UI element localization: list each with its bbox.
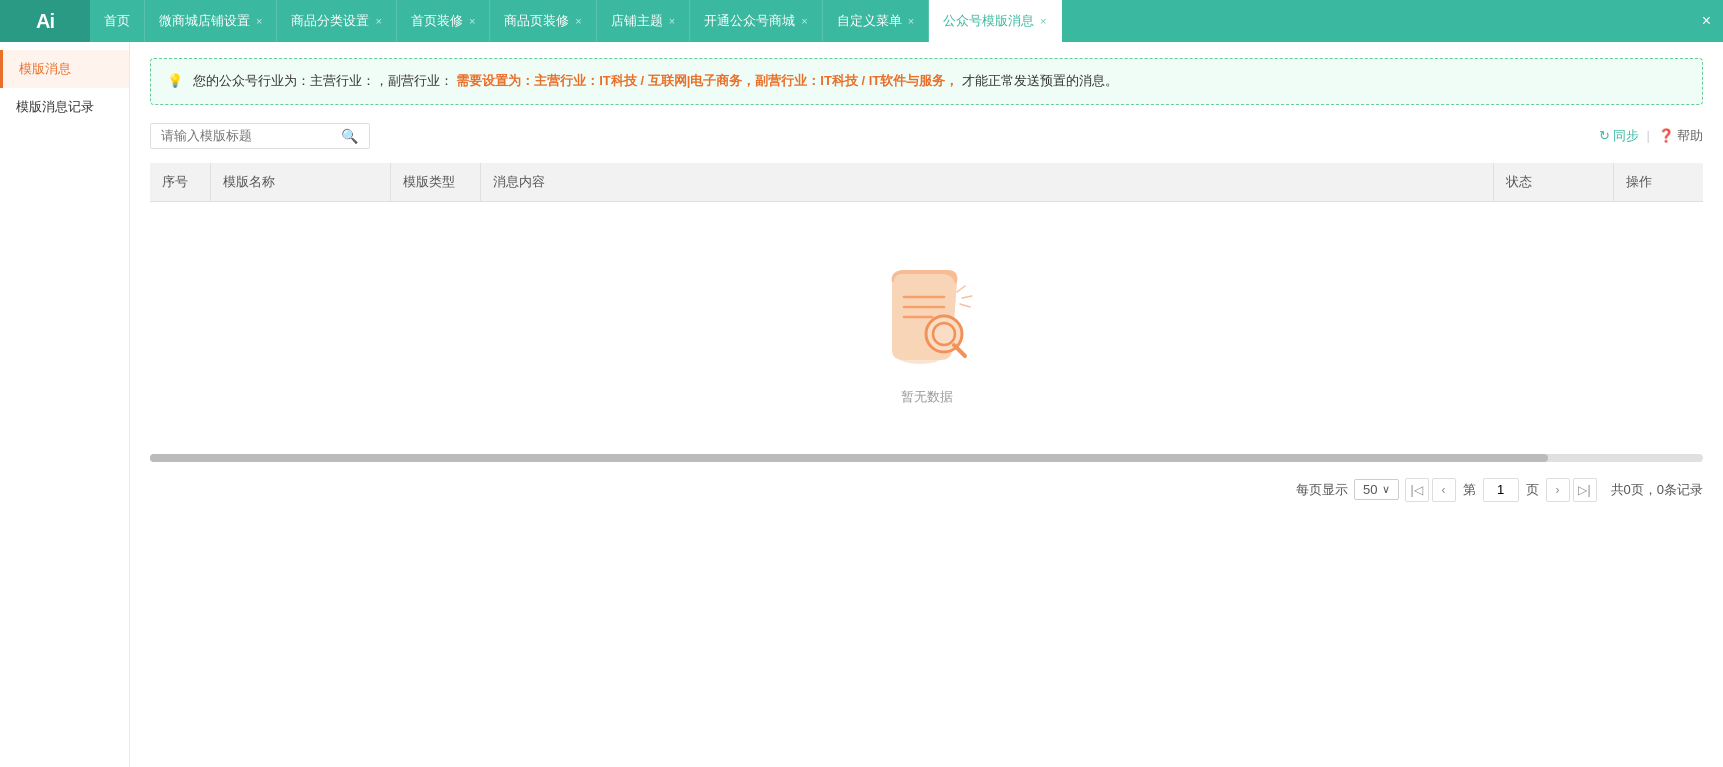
search-bar: 🔍 ↻ 同步 | ❓ 帮助	[150, 123, 1703, 149]
page-next-button[interactable]: ›	[1546, 478, 1570, 502]
close-template-msg-icon[interactable]: ×	[1040, 15, 1046, 27]
help-label: 帮助	[1677, 127, 1703, 145]
logo: Ai	[0, 0, 90, 42]
close-custom-menu-icon[interactable]: ×	[908, 15, 914, 27]
close-home-decor-icon[interactable]: ×	[469, 15, 475, 27]
close-all-tabs-button[interactable]: ×	[1702, 12, 1711, 30]
page-size-label: 每页显示	[1296, 481, 1348, 499]
table-header-row: 序号 模版名称 模版类型 消息内容 状态 操作	[150, 163, 1703, 202]
page-size-selector[interactable]: 50 ∨	[1354, 479, 1398, 500]
notice-text-highlight: 需要设置为：主营行业：IT科技 / 互联网|电子商务，副营行业：IT科技 / I…	[456, 73, 958, 88]
page-label-prefix: 第	[1463, 481, 1476, 499]
col-header-content: 消息内容	[480, 163, 1493, 202]
close-mall-enable-icon[interactable]: ×	[801, 15, 807, 27]
sidebar-item-template-msg-label: 模版消息	[19, 61, 71, 76]
nav-tab-product-decor-label: 商品页装修	[504, 12, 569, 30]
top-navigation: Ai 首页 微商城店铺设置 × 商品分类设置 × 首页装修 × 商品页装修 × …	[0, 0, 1723, 42]
svg-line-8	[962, 296, 972, 298]
empty-state-icon	[872, 262, 982, 372]
toolbar-right: ↻ 同步 | ❓ 帮助	[1599, 127, 1703, 145]
nav-tab-custom-menu-label: 自定义菜单	[837, 12, 902, 30]
close-product-decor-icon[interactable]: ×	[575, 15, 581, 27]
nav-tab-custom-menu[interactable]: 自定义菜单 ×	[823, 0, 929, 42]
nav-tab-store-theme[interactable]: 店铺主题 ×	[597, 0, 690, 42]
page-size-dropdown-icon: ∨	[1382, 483, 1390, 496]
pagination: 每页显示 50 ∨ |◁ ‹ 第 页 › ▷| 共0页，0条记录	[150, 474, 1703, 502]
notice-text-before: 您的公众号行业为：主营行业：，副营行业：	[193, 73, 453, 88]
nav-tab-mall-enable[interactable]: 开通公众号商城 ×	[690, 0, 822, 42]
search-input[interactable]	[161, 128, 341, 143]
help-icon: ❓	[1658, 128, 1674, 143]
empty-row: 暂无数据	[150, 201, 1703, 446]
nav-tab-home-label: 首页	[104, 12, 130, 30]
help-button[interactable]: ❓ 帮助	[1658, 127, 1703, 145]
nav-tab-category-settings[interactable]: 商品分类设置 ×	[277, 0, 396, 42]
col-header-name: 模版名称	[210, 163, 390, 202]
scroll-thumb[interactable]	[150, 454, 1548, 462]
bulb-icon: 💡	[167, 73, 183, 88]
sidebar-item-template-msg[interactable]: 模版消息	[0, 50, 129, 88]
col-header-index: 序号	[150, 163, 210, 202]
nav-tab-store-theme-label: 店铺主题	[611, 12, 663, 30]
close-store-theme-icon[interactable]: ×	[669, 15, 675, 27]
toolbar-divider: |	[1647, 128, 1650, 143]
sync-button[interactable]: ↻ 同步	[1599, 127, 1639, 145]
page-first-button[interactable]: |◁	[1405, 478, 1429, 502]
empty-state-text: 暂无数据	[901, 388, 953, 406]
close-category-settings-icon[interactable]: ×	[375, 15, 381, 27]
page-last-button[interactable]: ▷|	[1573, 478, 1597, 502]
col-header-type: 模版类型	[390, 163, 480, 202]
data-table: 序号 模版名称 模版类型 消息内容 状态 操作	[150, 163, 1703, 446]
page-label-suffix: 页	[1526, 481, 1539, 499]
nav-tab-product-decor[interactable]: 商品页装修 ×	[490, 0, 596, 42]
nav-tab-home[interactable]: 首页	[90, 0, 145, 42]
page-number-input[interactable]	[1483, 478, 1519, 502]
svg-line-6	[954, 345, 965, 356]
page-navigation: |◁ ‹ 第 页 › ▷|	[1405, 478, 1597, 502]
nav-tab-category-settings-label: 商品分类设置	[291, 12, 369, 30]
nav-tab-store-settings[interactable]: 微商城店铺设置 ×	[145, 0, 277, 42]
horizontal-scrollbar[interactable]	[150, 454, 1703, 462]
sidebar-item-template-msg-log-label: 模版消息记录	[16, 99, 94, 114]
nav-tab-template-msg[interactable]: 公众号模版消息 ×	[929, 0, 1061, 42]
sidebar: 模版消息 模版消息记录	[0, 42, 130, 767]
page-prev-button[interactable]: ‹	[1432, 478, 1456, 502]
nav-tab-mall-enable-label: 开通公众号商城	[704, 12, 795, 30]
nav-tab-template-msg-label: 公众号模版消息	[943, 12, 1034, 30]
svg-line-7	[957, 286, 965, 292]
page-size-value: 50	[1363, 482, 1377, 497]
close-store-settings-icon[interactable]: ×	[256, 15, 262, 27]
nav-tab-home-decor[interactable]: 首页装修 ×	[397, 0, 490, 42]
nav-tab-home-decor-label: 首页装修	[411, 12, 463, 30]
search-input-wrap[interactable]: 🔍	[150, 123, 370, 149]
main-layout: 模版消息 模版消息记录 💡 您的公众号行业为：主营行业：，副营行业： 需要设置为…	[0, 42, 1723, 767]
nav-tab-store-settings-label: 微商城店铺设置	[159, 12, 250, 30]
notice-box: 💡 您的公众号行业为：主营行业：，副营行业： 需要设置为：主营行业：IT科技 /…	[150, 58, 1703, 105]
col-header-status: 状态	[1493, 163, 1613, 202]
sync-label: 同步	[1613, 127, 1639, 145]
search-icon[interactable]: 🔍	[341, 128, 358, 144]
notice-text-after: 才能正常发送预置的消息。	[962, 73, 1118, 88]
content-area: 💡 您的公众号行业为：主营行业：，副营行业： 需要设置为：主营行业：IT科技 /…	[130, 42, 1723, 767]
sidebar-item-template-msg-log[interactable]: 模版消息记录	[0, 88, 129, 126]
empty-state: 暂无数据	[150, 202, 1703, 446]
sync-icon: ↻	[1599, 128, 1610, 143]
svg-line-9	[960, 304, 970, 307]
total-count-label: 共0页，0条记录	[1611, 481, 1703, 499]
col-header-action: 操作	[1613, 163, 1703, 202]
